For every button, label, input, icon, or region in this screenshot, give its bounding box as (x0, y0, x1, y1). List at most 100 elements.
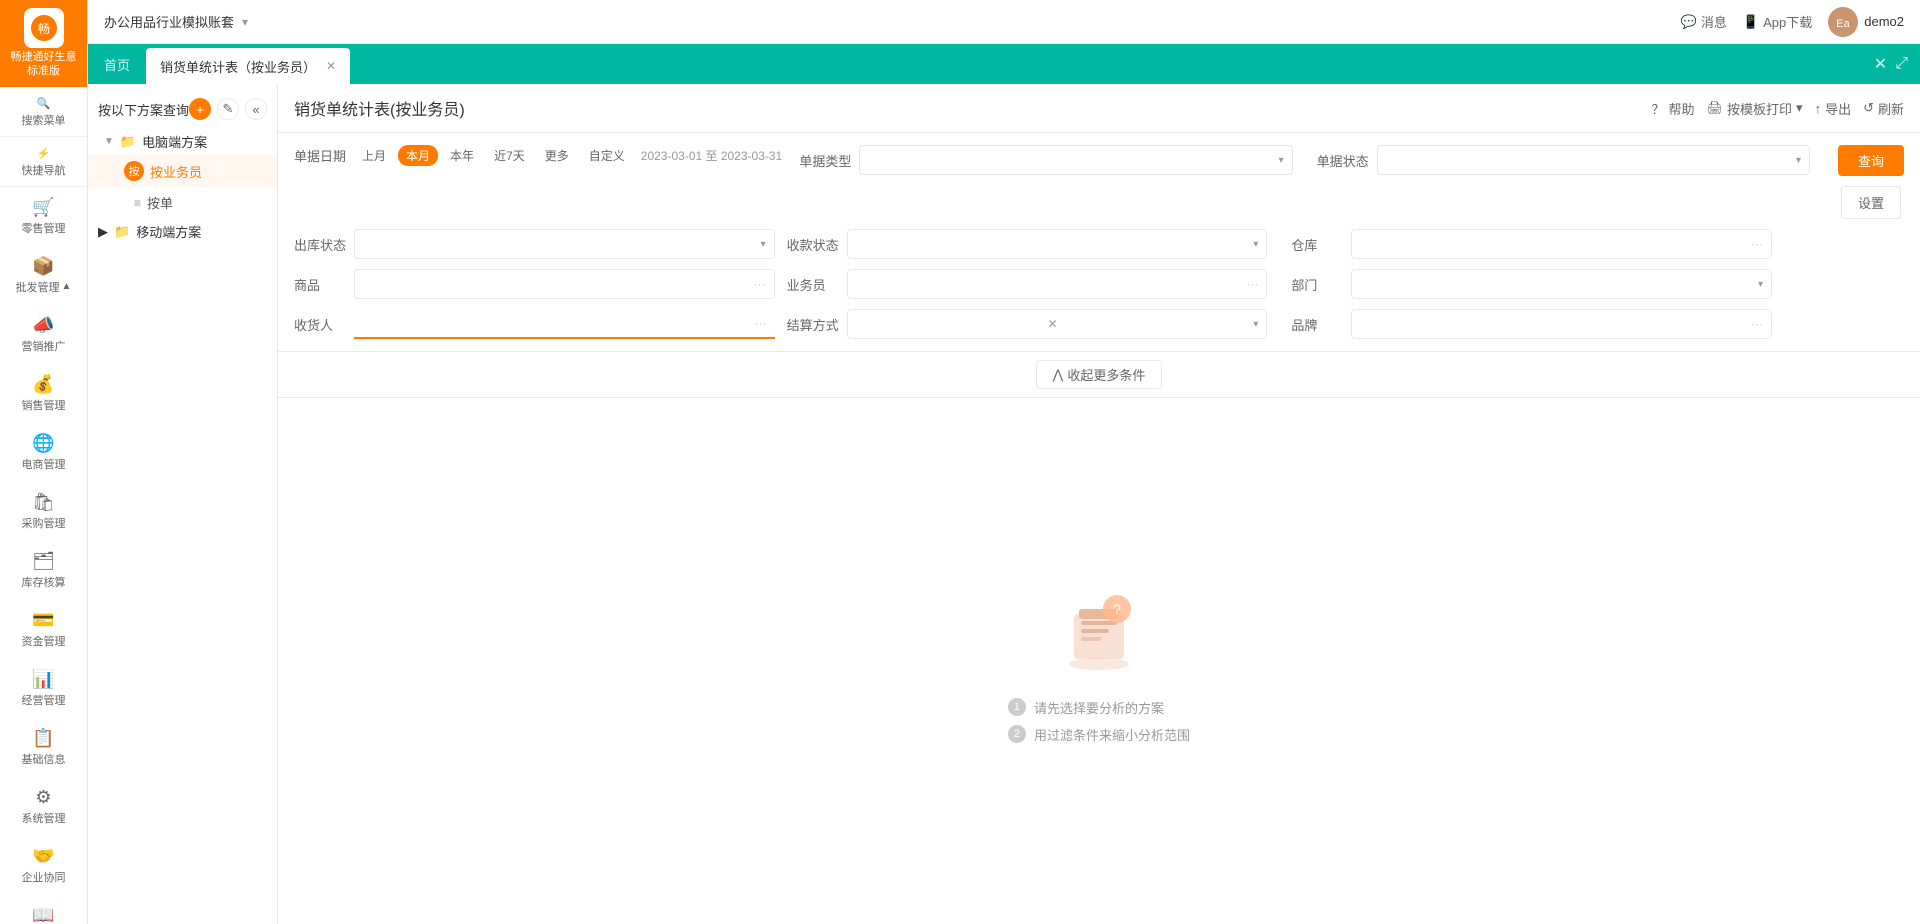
page-header: 销货单统计表(按业务员) ？ 帮助 🖨 按模板打印 ▾ ↑ 导出 (278, 84, 1920, 133)
staff-label: 业务员 (787, 275, 839, 294)
goods-input[interactable]: ··· (354, 269, 775, 299)
left-panel-header: 按以下方案查询 + ✎ « (88, 94, 277, 128)
date-tab-this-month[interactable]: 本月 (398, 145, 438, 166)
quick-nav-item[interactable]: ⚡ 快捷导航 (0, 137, 87, 187)
by-order-label: 按单 (147, 193, 173, 212)
refresh-button[interactable]: ↺ 刷新 (1863, 99, 1904, 118)
message-button[interactable]: 💬 消息 (1681, 12, 1727, 31)
out-status-input[interactable]: ▾ (354, 229, 775, 259)
date-tab-7days[interactable]: 近7天 (486, 145, 533, 166)
page-title: 销货单统计表(按业务员) (294, 96, 465, 132)
tab-close-icon[interactable]: ✕ (326, 59, 336, 73)
pay-status-dropdown: ▾ (1253, 239, 1258, 250)
date-tab-last-month[interactable]: 上月 (354, 145, 394, 166)
tree-by-order[interactable]: ≡ 按单 (88, 187, 277, 218)
main-area: 办公用品行业模拟账套 ▾ 💬 消息 📱 App下载 Ea demo2 首页 (88, 0, 1920, 924)
purchase-label: 采购管理 (22, 515, 66, 531)
print-dropdown-icon: ▾ (1796, 100, 1803, 116)
receiver-input[interactable]: ··· (354, 309, 775, 339)
warehouse-input[interactable]: ··· (1351, 229, 1772, 259)
sidebar-item-system[interactable]: ⚙ 系统管理 (0, 777, 87, 836)
edit-scheme-btn[interactable]: ✎ (217, 98, 239, 120)
filter-receiver: 收货人 ··· (294, 309, 775, 339)
print-icon: 🖨 (1707, 100, 1724, 116)
ecom-icon: 🌐 (32, 433, 54, 454)
app-download-button[interactable]: 📱 App下载 (1743, 12, 1812, 31)
payment-input[interactable]: ✕ ▾ (847, 309, 1268, 339)
pay-status-label: 收款状态 (787, 235, 839, 254)
sidebar-item-ops[interactable]: 📊 经营管理 (0, 659, 87, 718)
collapse-panel-btn[interactable]: « (245, 98, 267, 120)
sidebar-item-base[interactable]: 📋 基础信息 (0, 718, 87, 777)
empty-illustration: ? (1049, 579, 1149, 682)
filter-row-4: 收货人 ··· 结算方式 ✕ ▾ 品牌 (294, 309, 1904, 339)
staff-dots: ··· (1246, 277, 1258, 291)
sidebar-item-ecom[interactable]: 🌐 电商管理 (0, 423, 87, 482)
add-scheme-btn[interactable]: + (189, 98, 211, 120)
type-label: 单据类型 (799, 151, 851, 170)
tree-desktop[interactable]: ▼ 📁 电脑端方案 (88, 128, 277, 155)
sidebar-item-corp[interactable]: 🤝 企业协同 (0, 836, 87, 895)
sidebar-logo[interactable]: 畅 畅捷通好生意 标准版 (0, 0, 87, 87)
sidebar-item-purchase[interactable]: 🛍 采购管理 (0, 482, 87, 541)
tree-mobile[interactable]: ▶ 📁 移动端方案 (88, 218, 277, 245)
tab-sales-stat[interactable]: 销货单统计表（按业务员） ✕ (146, 48, 350, 84)
query-button[interactable]: 查询 (1838, 145, 1904, 176)
empty-tip-1: 1 请先选择要分析的方案 (1008, 698, 1190, 717)
dept-input[interactable]: ▾ (1351, 269, 1772, 299)
help-button[interactable]: ？ 帮助 (1651, 99, 1694, 118)
ops-icon: 📊 (32, 669, 54, 690)
date-tab-custom[interactable]: 自定义 (581, 145, 633, 166)
action-bar: ⋀ 收起更多条件 (278, 352, 1920, 398)
app-title-dropdown[interactable]: ▾ (242, 15, 248, 29)
system-icon: ⚙ (35, 787, 51, 808)
help-label: 帮助 (1668, 99, 1694, 118)
filter-dept: 部门 ▾ (1279, 269, 1784, 299)
type-input[interactable]: ▾ (859, 145, 1292, 175)
collapse-button[interactable]: ⋀ 收起更多条件 (1036, 360, 1163, 389)
date-tab-this-year[interactable]: 本年 (442, 145, 482, 166)
sidebar-item-guide[interactable]: 📖 新手引导 (0, 895, 87, 924)
left-panel: 按以下方案查询 + ✎ « ▼ 📁 电脑端方案 按 按业务员 ≡ 按单 (88, 84, 278, 924)
filter-staff: 业务员 ··· (775, 269, 1280, 299)
system-label: 系统管理 (22, 810, 66, 826)
filter-date: 单据日期 上月 本月 本年 近7天 更多 自定义 (294, 145, 787, 166)
retail-label: 零售管理 (22, 220, 66, 236)
user-profile[interactable]: Ea demo2 (1828, 7, 1904, 37)
search-label: 搜索菜单 (22, 112, 66, 128)
sidebar-item-retail[interactable]: 🛒 零售管理 (0, 187, 87, 246)
brand-input[interactable]: ··· (1351, 309, 1772, 339)
filter-status: 单据状态 ▾ (1305, 145, 1822, 175)
topbar: 办公用品行业模拟账套 ▾ 💬 消息 📱 App下载 Ea demo2 (88, 0, 1920, 44)
staff-input[interactable]: ··· (847, 269, 1268, 299)
tab-home[interactable]: 首页 (88, 44, 146, 84)
sidebar-item-inventory[interactable]: 🗂 库存核算 (0, 541, 87, 600)
folder-icon: 📁 (120, 134, 136, 150)
search-menu-item[interactable]: 🔍 搜索菜单 (0, 87, 87, 137)
tree-by-staff[interactable]: 按 按业务员 (88, 155, 277, 187)
sidebar-item-marketing[interactable]: 📣 营销推广 (0, 305, 87, 364)
print-button[interactable]: 🖨 按模板打印 ▾ (1707, 99, 1803, 118)
export-button[interactable]: ↑ 导出 (1815, 99, 1852, 118)
date-tab-more[interactable]: 更多 (537, 145, 577, 166)
user-avatar: Ea (1828, 7, 1858, 37)
dept-dropdown: ▾ (1758, 279, 1763, 290)
logo-text: 畅捷通好生意 标准版 (11, 50, 77, 79)
close-tab-action[interactable]: ✕ (1874, 54, 1887, 74)
base-label: 基础信息 (22, 751, 66, 767)
sidebar-item-wholesale[interactable]: 📦 批发管理 ▲ (0, 246, 87, 305)
expand-tab-action[interactable]: ⤢ (1895, 55, 1908, 73)
payment-clear-btn[interactable]: ✕ (1047, 317, 1057, 331)
status-input[interactable]: ▾ (1377, 145, 1810, 175)
pay-status-input[interactable]: ▾ (847, 229, 1268, 259)
corp-label: 企业协同 (22, 869, 66, 885)
dept-label: 部门 (1291, 275, 1343, 294)
reset-button[interactable]: 设置 (1841, 186, 1901, 219)
payment-dropdown: ▾ (1253, 319, 1258, 330)
sidebar-item-sales[interactable]: 💰 销售管理 (0, 364, 87, 423)
sidebar-item-finance[interactable]: 💳 资金管理 (0, 600, 87, 659)
filter-payment: 结算方式 ✕ ▾ (775, 309, 1280, 339)
svg-text:畅: 畅 (37, 22, 49, 36)
goods-label: 商品 (294, 275, 346, 294)
tree-mobile-label: 移动端方案 (136, 222, 201, 241)
